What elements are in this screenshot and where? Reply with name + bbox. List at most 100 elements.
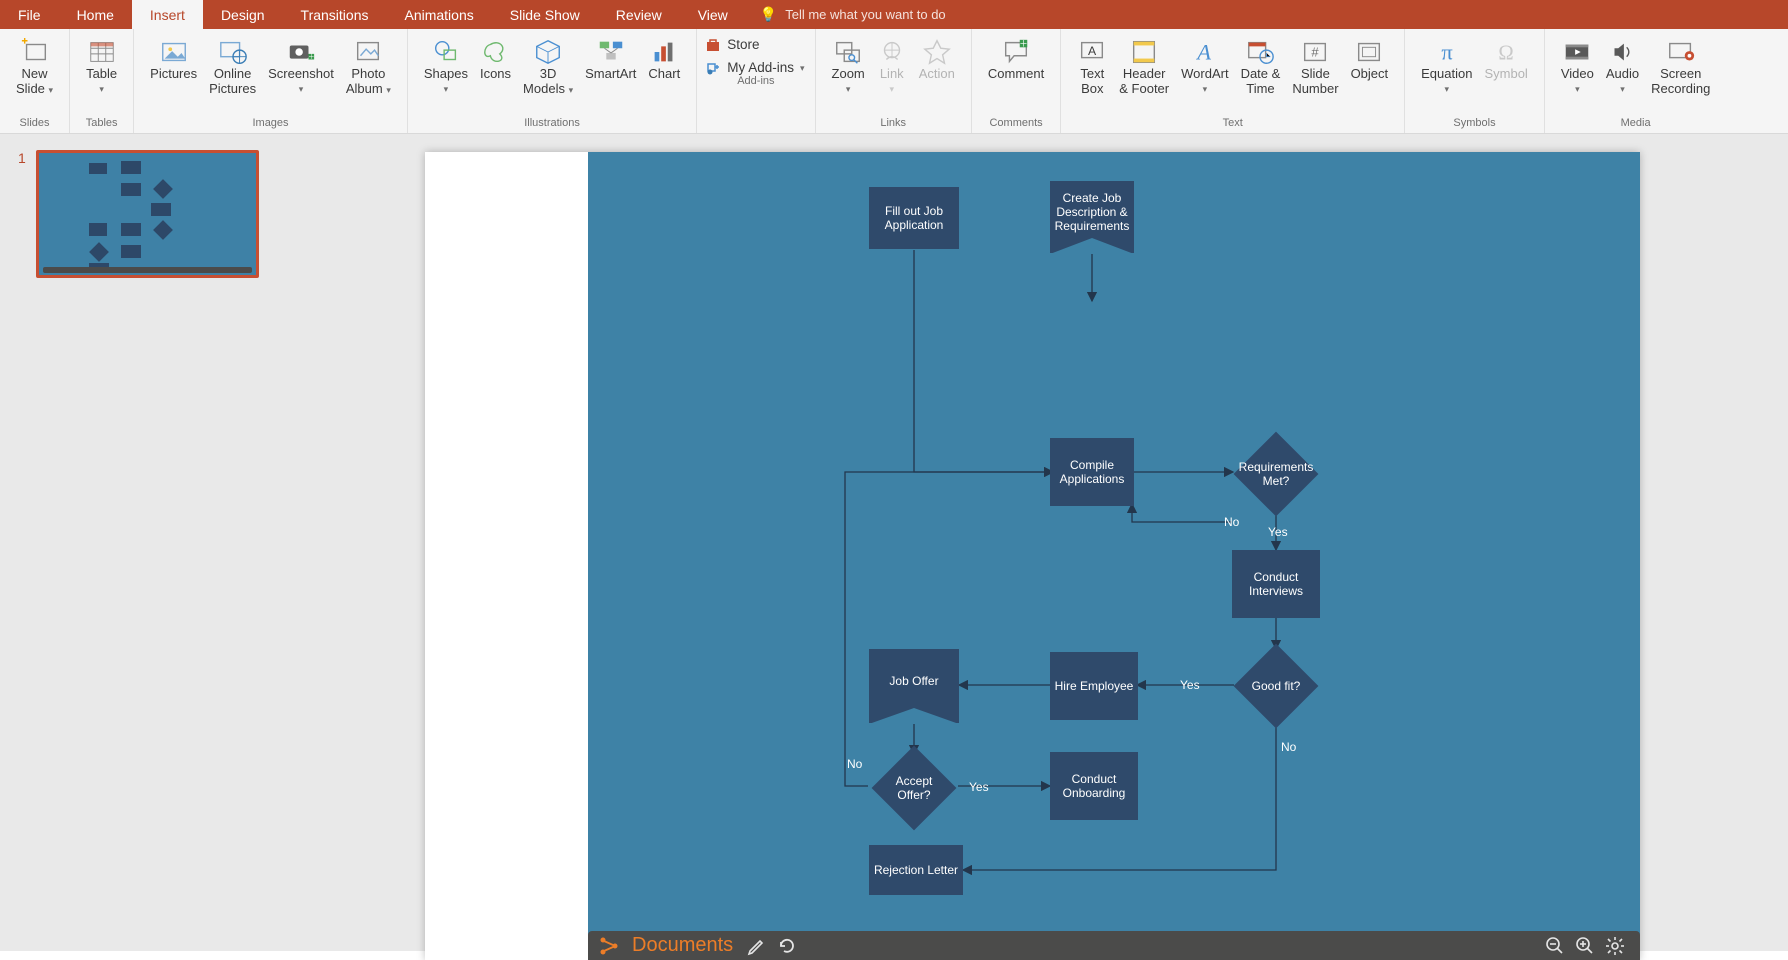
slide-thumbnails-pane: 1 [0,134,277,951]
zoom-out-icon[interactable] [1545,936,1565,956]
table-button[interactable]: Table ▾ [80,33,123,94]
svg-text:＋: ＋ [1019,38,1027,48]
audio-button[interactable]: Audio ▾ [1600,33,1645,94]
svg-text:＋: ＋ [308,53,315,61]
edge-label-no-2: No [1281,740,1296,754]
action-button: Action [913,33,961,82]
svg-text:Ω: Ω [1498,43,1513,65]
smartart-button[interactable]: SmartArt [579,33,642,82]
comment-button[interactable]: ＋ Comment [982,33,1050,82]
link-icon [877,37,907,67]
lucidchart-logo-icon [598,935,620,957]
tab-animations[interactable]: Animations [386,0,491,29]
screen-recording-button[interactable]: Screen Recording [1645,33,1716,97]
video-button[interactable]: Video ▾ [1555,33,1600,94]
edit-icon[interactable] [747,936,767,956]
tab-slide-show[interactable]: Slide Show [492,0,598,29]
edge-label-no-1: No [1224,515,1239,529]
pictures-button[interactable]: Pictures [144,33,203,82]
my-addins-icon [705,61,721,75]
screenshot-button[interactable]: ＋ Screenshot ▾ [262,33,340,94]
symbol-button: Ω Symbol [1478,33,1533,82]
equation-button[interactable]: π Equation ▾ [1415,33,1478,94]
tab-design[interactable]: Design [203,0,283,29]
group-images: Pictures Online Pictures ＋ Screenshot ▾ … [134,29,408,133]
node-good-fit[interactable]: Good fit? [1232,646,1320,726]
node-compile-applications[interactable]: Compile Applications [1050,438,1134,506]
store-button[interactable]: Store [705,37,804,52]
group-label-images: Images [134,117,407,133]
shapes-button[interactable]: Shapes ▾ [418,33,474,94]
audio-icon [1607,37,1637,67]
lucidchart-toolbar: Documents [588,931,1640,960]
chart-icon [649,37,679,67]
icons-button[interactable]: Icons [474,33,517,82]
video-icon [1562,37,1592,67]
link-button: Link ▾ [871,33,913,94]
slide-number-button[interactable]: # Slide Number [1286,33,1344,97]
screen-recording-icon [1666,37,1696,67]
online-pictures-icon [218,37,248,67]
thumb-number-1: 1 [18,150,26,278]
flowchart-container: Fill out Job Application Create Job Desc… [588,152,1640,936]
wordart-icon: A [1190,37,1220,67]
documents-title[interactable]: Documents [632,934,733,957]
group-text: A Text Box Header & Footer A WordArt ▾ D… [1061,29,1405,133]
group-links: Zoom ▾ Link ▾ Action Links [816,29,972,133]
slide-1[interactable]: Fill out Job Application Create Job Desc… [425,152,1640,960]
slide-thumbnail-1[interactable] [36,150,259,278]
date-time-icon [1245,37,1275,67]
menu-tabstrip: File Home Insert Design Transitions Anim… [0,0,1788,29]
node-create-job[interactable]: Create Job Description & Requirements [1050,181,1134,253]
tell-me-search[interactable]: 💡 Tell me what you want to do [746,0,960,29]
tab-review[interactable]: Review [598,0,680,29]
new-slide-button[interactable]: New Slide ▾ [10,33,59,97]
group-label-links: Links [816,117,971,133]
edge-label-yes-1: Yes [1268,525,1288,539]
shapes-icon [431,37,461,67]
photo-album-button[interactable]: Photo Album ▾ [340,33,397,97]
tab-home[interactable]: Home [59,0,132,29]
tab-view[interactable]: View [680,0,746,29]
node-job-offer[interactable]: Job Offer [869,649,959,723]
node-hire-employee[interactable]: Hire Employee [1050,652,1138,720]
chart-button[interactable]: Chart [642,33,686,82]
icons-icon [481,37,511,67]
ribbon-insert: New Slide ▾ Slides Table ▾ Tables Pictur… [0,29,1788,134]
action-icon [922,37,952,67]
slide-canvas-area[interactable]: Fill out Job Application Create Job Desc… [277,134,1788,951]
text-box-icon: A [1077,37,1107,67]
svg-text:#: # [1312,45,1320,60]
group-label-comments: Comments [972,117,1060,133]
equation-icon: π [1432,37,1462,67]
settings-gear-icon[interactable] [1605,936,1625,956]
new-slide-icon [20,37,50,67]
zoom-in-icon[interactable] [1575,936,1595,956]
svg-text:A: A [1195,40,1211,65]
svg-text:A: A [1088,44,1097,58]
tab-transitions[interactable]: Transitions [283,0,387,29]
wordart-button[interactable]: A WordArt ▾ [1175,33,1234,94]
node-requirements-met[interactable]: Requirements Met? [1232,430,1320,518]
node-rejection-letter[interactable]: Rejection Letter [869,845,963,895]
3d-models-button[interactable]: 3D Models ▾ [517,33,579,97]
tab-insert[interactable]: Insert [132,0,203,29]
3d-models-icon [533,37,563,67]
online-pictures-button[interactable]: Online Pictures [203,33,262,97]
node-accept-offer[interactable]: Accept Offer? [869,748,959,828]
refresh-icon[interactable] [777,936,797,956]
object-button[interactable]: Object [1345,33,1395,82]
store-icon [705,38,721,52]
my-addins-button[interactable]: My Add-ins ▾ [705,60,804,75]
node-fill-application[interactable]: Fill out Job Application [869,187,959,249]
date-time-button[interactable]: Date & Time [1235,33,1287,97]
text-box-button[interactable]: A Text Box [1071,33,1113,97]
group-label-addins: Add-ins [697,75,814,91]
node-conduct-onboarding[interactable]: Conduct Onboarding [1050,752,1138,820]
node-conduct-interviews[interactable]: Conduct Interviews [1232,550,1320,618]
edge-label-yes-3: Yes [969,780,989,794]
header-footer-button[interactable]: Header & Footer [1113,33,1175,97]
tab-file[interactable]: File [0,0,59,29]
edge-label-yes-2: Yes [1180,678,1200,692]
zoom-button[interactable]: Zoom ▾ [826,33,871,94]
